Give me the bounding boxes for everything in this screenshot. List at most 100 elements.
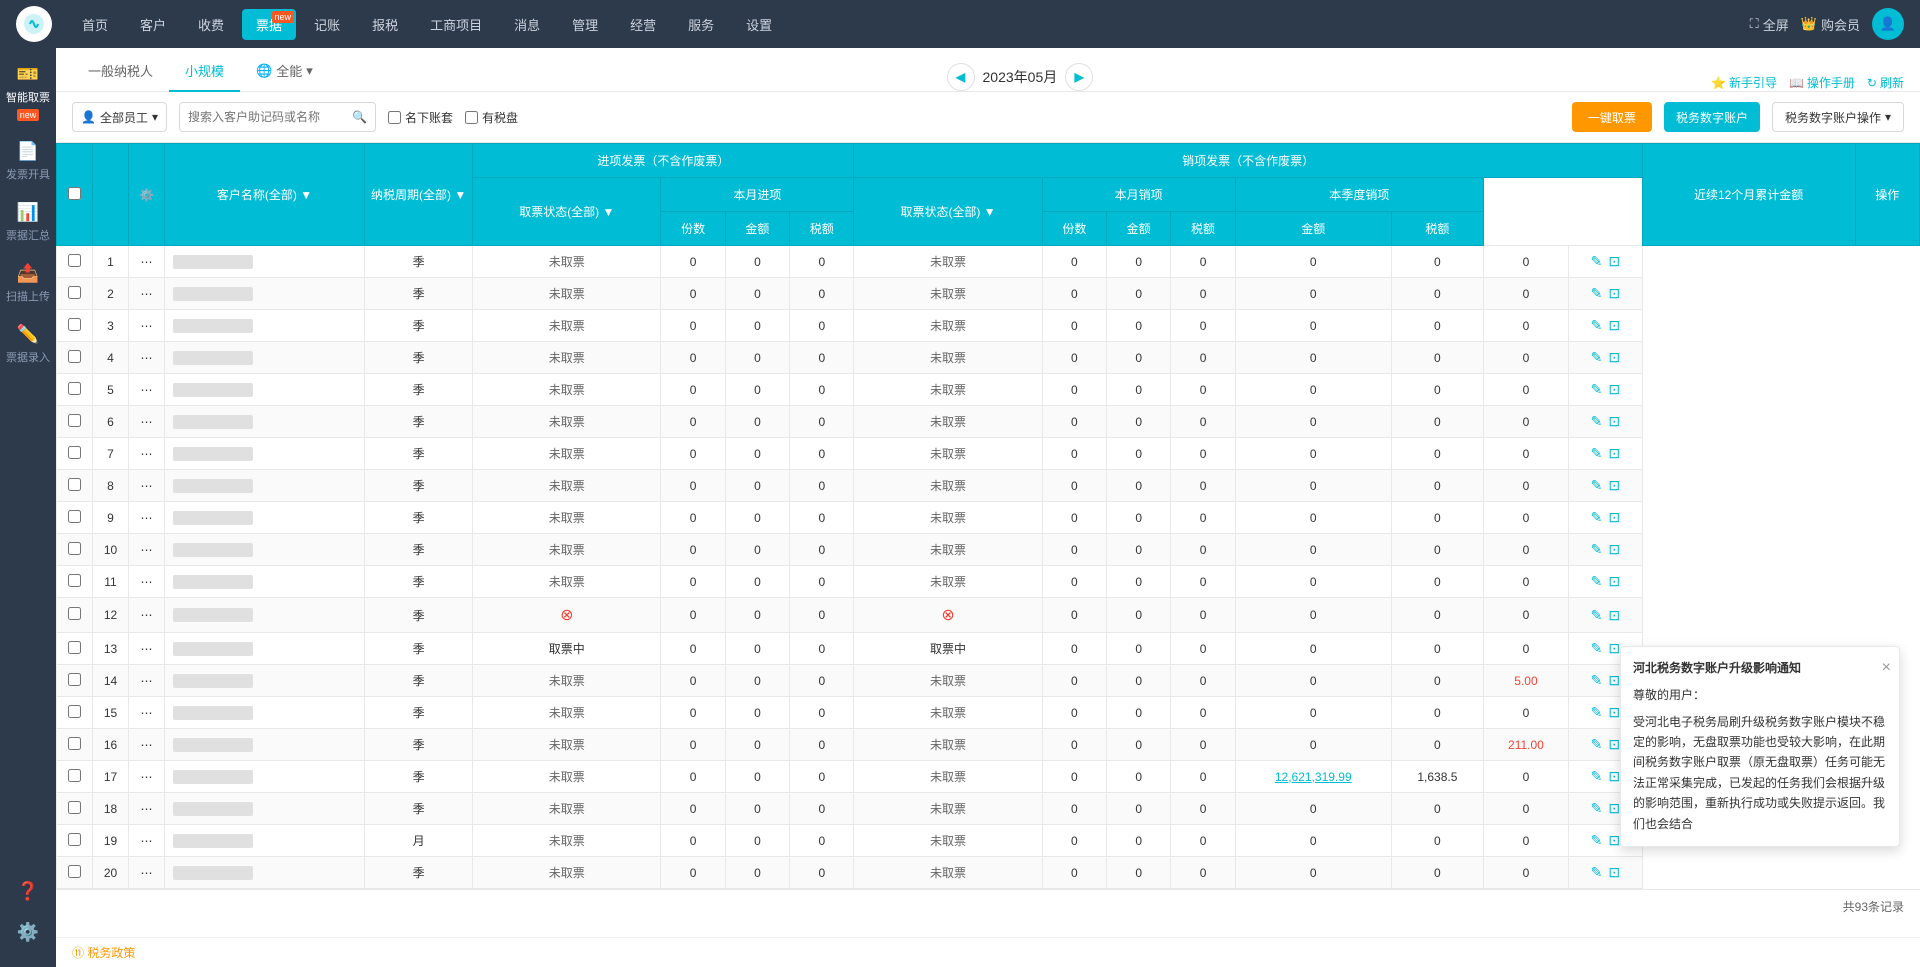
row-settings-20[interactable]: ⋯ (129, 857, 165, 889)
edit-icon-6[interactable]: ✎ (1591, 413, 1603, 430)
row-checkbox-14[interactable] (57, 665, 93, 697)
edit-icon-10[interactable]: ✎ (1591, 541, 1603, 558)
copy-icon-4[interactable]: ⊡ (1608, 349, 1620, 366)
select-all-checkbox[interactable] (68, 187, 81, 200)
period-prev-button[interactable]: ◀ (947, 63, 975, 91)
row-checkbox-7[interactable] (57, 438, 93, 470)
copy-icon-13[interactable]: ⊡ (1608, 640, 1620, 657)
edit-icon-16[interactable]: ✎ (1591, 736, 1603, 753)
digital-account-button[interactable]: 税务数字账户 (1664, 102, 1760, 132)
row-settings-4[interactable]: ⋯ (129, 342, 165, 374)
user-avatar[interactable]: 👤 (1872, 8, 1904, 40)
row-settings-5[interactable]: ⋯ (129, 374, 165, 406)
row-settings-16[interactable]: ⋯ (129, 729, 165, 761)
nav-message[interactable]: 消息 (500, 9, 554, 40)
edit-icon-1[interactable]: ✎ (1591, 253, 1603, 270)
manual-link[interactable]: 📖 操作手册 (1789, 74, 1855, 91)
sidebar-item-smart-ticket[interactable]: 🎫 智能取票 new (2, 56, 54, 129)
row-checkbox-16[interactable] (57, 729, 93, 761)
client-search-input[interactable] (188, 110, 348, 124)
copy-icon-20[interactable]: ⊡ (1608, 864, 1620, 881)
th-status-jin[interactable]: 取票状态(全部) ▼ (473, 178, 661, 246)
nav-service[interactable]: 服务 (674, 9, 728, 40)
row-settings-3[interactable]: ⋯ (129, 310, 165, 342)
copy-icon-1[interactable]: ⊡ (1608, 253, 1620, 270)
row-checkbox-9[interactable] (57, 502, 93, 534)
row-checkbox-20[interactable] (57, 857, 93, 889)
tab-general-taxpayer[interactable]: 一般纳税人 (72, 51, 169, 92)
edit-icon-11[interactable]: ✎ (1591, 573, 1603, 590)
copy-icon-5[interactable]: ⊡ (1608, 381, 1620, 398)
copy-icon-8[interactable]: ⊡ (1608, 477, 1620, 494)
nav-client[interactable]: 客户 (126, 9, 180, 40)
row-settings-8[interactable]: ⋯ (129, 470, 165, 502)
row-checkbox-15[interactable] (57, 697, 93, 729)
edit-icon-19[interactable]: ✎ (1591, 832, 1603, 849)
sidebar-item-ticket-summary[interactable]: 📊 票据汇总 (2, 194, 54, 251)
edit-icon-9[interactable]: ✎ (1591, 509, 1603, 526)
copy-icon-14[interactable]: ⊡ (1608, 672, 1620, 689)
row-checkbox-6[interactable] (57, 406, 93, 438)
digital-account-op-button[interactable]: 税务数字账户操作 ▾ (1772, 102, 1904, 132)
member-button[interactable]: 👑 购会员 (1801, 15, 1860, 34)
sidebar-settings[interactable]: ⚙️ (2, 914, 54, 951)
period-next-button[interactable]: ▶ (1065, 63, 1093, 91)
edit-icon-14[interactable]: ✎ (1591, 672, 1603, 689)
copy-icon-11[interactable]: ⊡ (1608, 573, 1620, 590)
copy-icon-3[interactable]: ⊡ (1608, 317, 1620, 334)
row-checkbox-1[interactable] (57, 246, 93, 278)
fullscreen-button[interactable]: ⛶ 全屏 (1750, 15, 1789, 34)
row-settings-1[interactable]: ⋯ (129, 246, 165, 278)
edit-icon-2[interactable]: ✎ (1591, 285, 1603, 302)
copy-icon-18[interactable]: ⊡ (1608, 800, 1620, 817)
nav-manage[interactable]: 管理 (558, 9, 612, 40)
row-settings-6[interactable]: ⋯ (129, 406, 165, 438)
edit-icon-20[interactable]: ✎ (1591, 864, 1603, 881)
sidebar-item-ticket-entry[interactable]: ✏️ 票据录入 (2, 316, 54, 373)
row-checkbox-5[interactable] (57, 374, 93, 406)
th-checkbox[interactable] (57, 144, 93, 246)
row-checkbox-19[interactable] (57, 825, 93, 857)
refresh-link[interactable]: ↻ 刷新 (1867, 74, 1904, 91)
tooltip-close-button[interactable]: × (1882, 655, 1891, 681)
sidebar-item-scan-upload[interactable]: 📤 扫描上传 (2, 255, 54, 312)
nav-operation[interactable]: 经营 (616, 9, 670, 40)
row-settings-2[interactable]: ⋯ (129, 278, 165, 310)
nav-bookkeeping[interactable]: 记账 (300, 9, 354, 40)
nav-home[interactable]: 首页 (68, 9, 122, 40)
copy-icon-19[interactable]: ⊡ (1608, 832, 1620, 849)
row-settings-7[interactable]: ⋯ (129, 438, 165, 470)
copy-icon-15[interactable]: ⊡ (1608, 704, 1620, 721)
edit-icon-7[interactable]: ✎ (1591, 445, 1603, 462)
tax-disk-checkbox[interactable] (465, 111, 478, 124)
nav-ticket[interactable]: 票据new (242, 9, 296, 40)
row-checkbox-18[interactable] (57, 793, 93, 825)
edit-icon-13[interactable]: ✎ (1591, 640, 1603, 657)
ledger-checkbox[interactable] (388, 111, 401, 124)
row-checkbox-4[interactable] (57, 342, 93, 374)
row-checkbox-11[interactable] (57, 566, 93, 598)
copy-icon-12[interactable]: ⊡ (1608, 607, 1620, 624)
row-settings-9[interactable]: ⋯ (129, 502, 165, 534)
copy-icon-2[interactable]: ⊡ (1608, 285, 1620, 302)
copy-icon-16[interactable]: ⊡ (1608, 736, 1620, 753)
row-checkbox-2[interactable] (57, 278, 93, 310)
one-click-ticket-button[interactable]: 一键取票 (1572, 102, 1652, 132)
row-settings-14[interactable]: ⋯ (129, 665, 165, 697)
row-settings-17[interactable]: ⋯ (129, 761, 165, 793)
row-checkbox-13[interactable] (57, 633, 93, 665)
edit-icon-17[interactable]: ✎ (1591, 768, 1603, 785)
row-checkbox-12[interactable] (57, 598, 93, 633)
row-settings-19[interactable]: ⋯ (129, 825, 165, 857)
row-settings-18[interactable]: ⋯ (129, 793, 165, 825)
row-checkbox-3[interactable] (57, 310, 93, 342)
edit-icon-8[interactable]: ✎ (1591, 477, 1603, 494)
edit-icon-3[interactable]: ✎ (1591, 317, 1603, 334)
copy-icon-17[interactable]: ⊡ (1608, 768, 1620, 785)
edit-icon-4[interactable]: ✎ (1591, 349, 1603, 366)
nav-fee[interactable]: 收费 (184, 9, 238, 40)
edit-icon-15[interactable]: ✎ (1591, 704, 1603, 721)
tab-full[interactable]: 🌐 全能 ▾ (240, 51, 329, 92)
row-settings-10[interactable]: ⋯ (129, 534, 165, 566)
tax-policy-label[interactable]: ⑪ 税务政策 (72, 944, 135, 961)
